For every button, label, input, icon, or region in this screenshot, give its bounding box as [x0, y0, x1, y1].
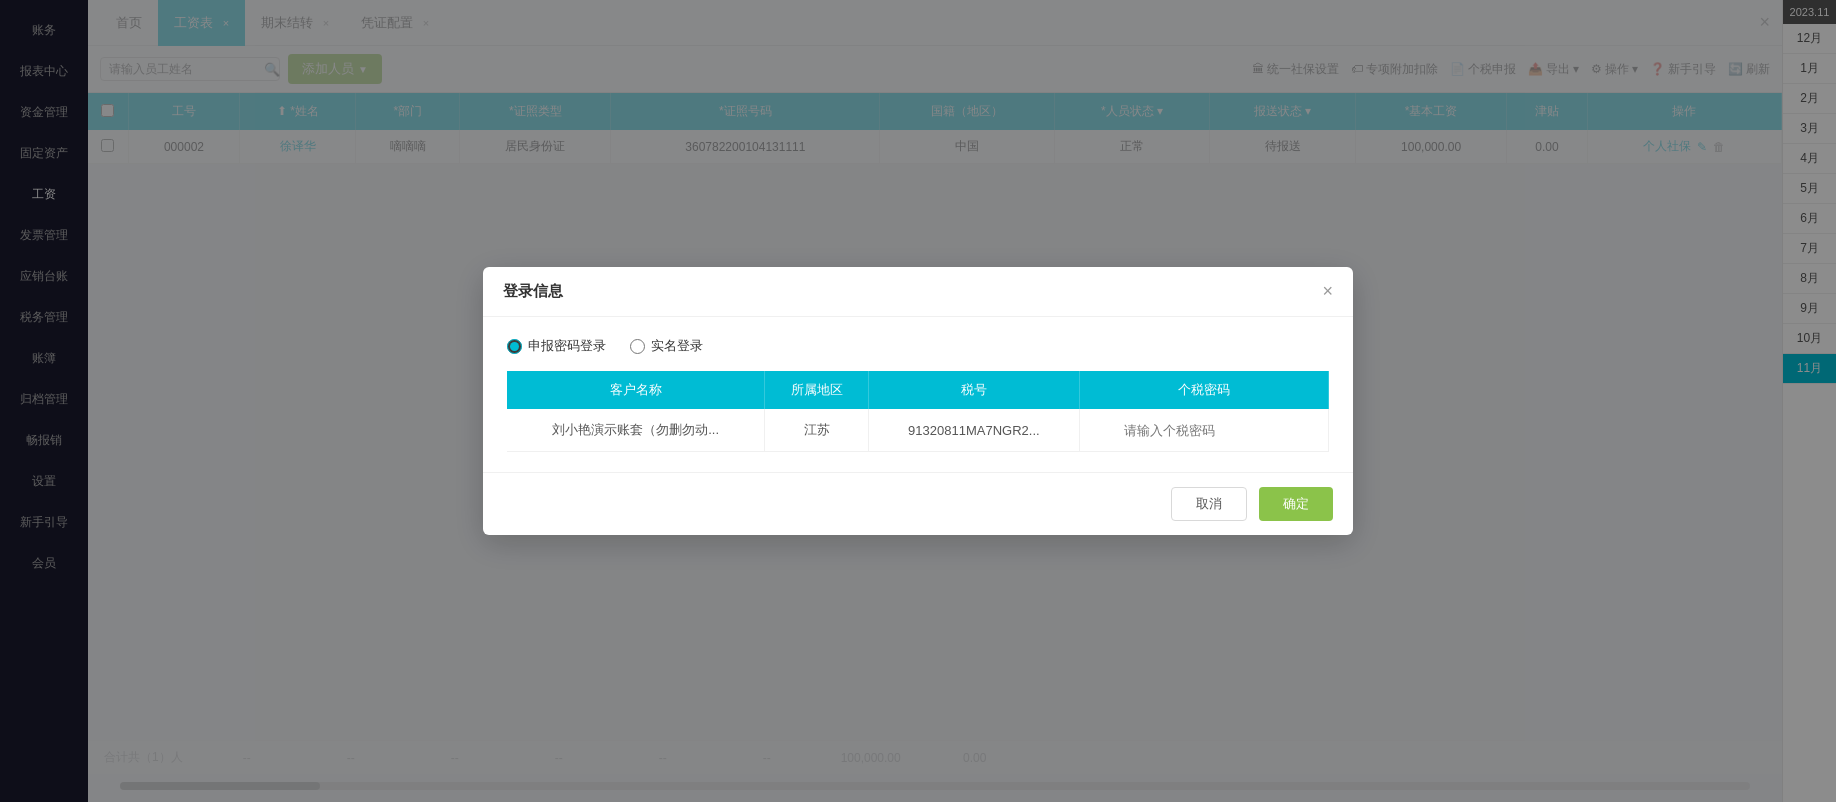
- dialog-region: 江苏: [765, 409, 869, 452]
- confirm-button[interactable]: 确定: [1259, 487, 1333, 521]
- cancel-button[interactable]: 取消: [1171, 487, 1247, 521]
- dialog-col-tax-id: 税号: [868, 371, 1079, 409]
- login-type-radio-group: 申报密码登录 实名登录: [507, 337, 1329, 355]
- dialog-body: 申报密码登录 实名登录 客户名称 所属地区 税号 个税密码: [483, 317, 1353, 472]
- dialog-client-name: 刘小艳演示账套（勿删勿动...: [507, 409, 765, 452]
- dialog-tax-id: 91320811MA7NGR2...: [868, 409, 1079, 452]
- radio-password-login[interactable]: 申报密码登录: [507, 337, 606, 355]
- login-info-table: 客户名称 所属地区 税号 个税密码 刘小艳演示账套（勿删勿动... 江苏 913…: [507, 371, 1329, 452]
- login-info-dialog: 登录信息 × 申报密码登录 实名登录 客户名称 所属地区: [483, 267, 1353, 535]
- dialog-col-password: 个税密码: [1079, 371, 1328, 409]
- radio-password-input[interactable]: [507, 339, 522, 354]
- dialog-col-name: 客户名称: [507, 371, 765, 409]
- dialog-overlay: 登录信息 × 申报密码登录 实名登录 客户名称 所属地区: [0, 0, 1836, 802]
- tax-password-field[interactable]: [1124, 423, 1284, 438]
- dialog-tax-password-input[interactable]: [1079, 409, 1328, 452]
- radio-realname-input[interactable]: [630, 339, 645, 354]
- radio-realname-login[interactable]: 实名登录: [630, 337, 703, 355]
- dialog-col-region: 所属地区: [765, 371, 869, 409]
- dialog-close-button[interactable]: ×: [1322, 281, 1333, 302]
- dialog-footer: 取消 确定: [483, 472, 1353, 535]
- dialog-title: 登录信息: [503, 282, 563, 301]
- dialog-table-row: 刘小艳演示账套（勿删勿动... 江苏 91320811MA7NGR2...: [507, 409, 1329, 452]
- dialog-header: 登录信息 ×: [483, 267, 1353, 317]
